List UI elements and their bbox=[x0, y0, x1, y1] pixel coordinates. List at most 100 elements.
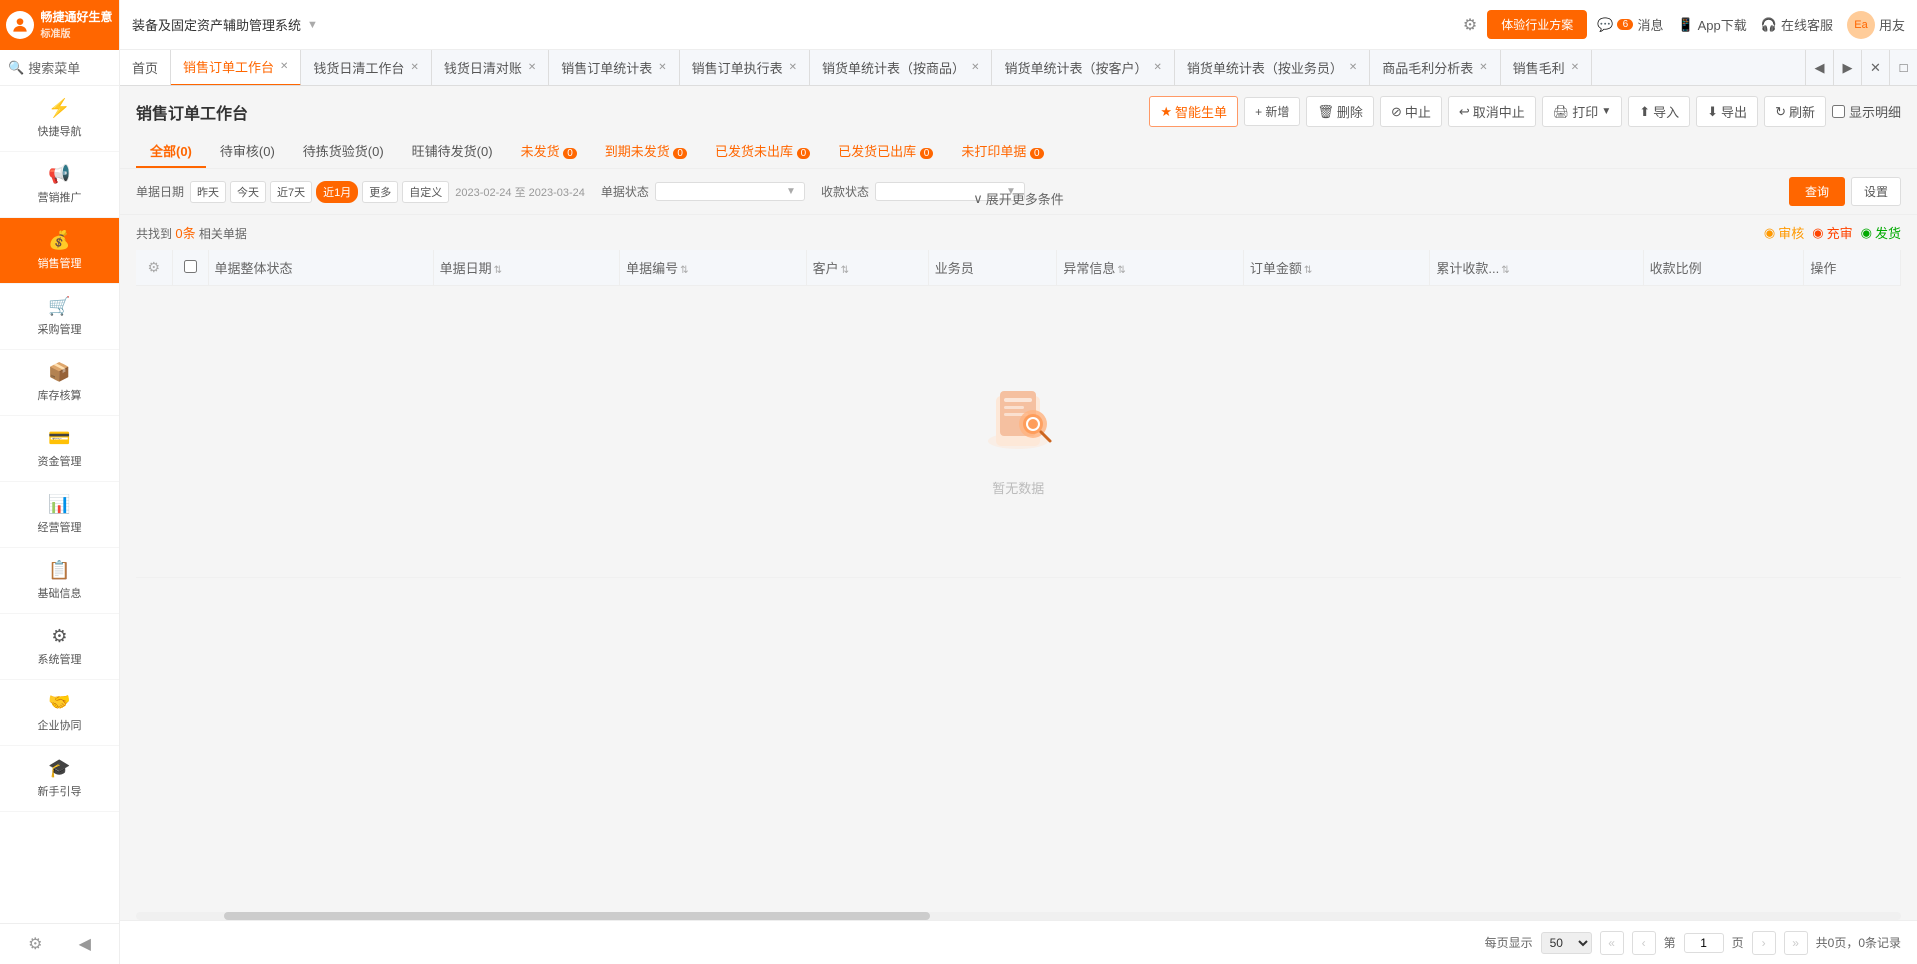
tabs-prev-btn[interactable]: ◀ bbox=[1805, 50, 1833, 86]
tab-close-icon[interactable]: ✕ bbox=[1153, 62, 1161, 73]
sidebar-item-finance[interactable]: 💳 资金管理 bbox=[0, 416, 119, 482]
quick-abandon-btn[interactable]: ◉ 充审 bbox=[1812, 223, 1852, 242]
sub-tab-shipped-out[interactable]: 已发货已出库 0 bbox=[824, 135, 947, 168]
settings-topbar-icon[interactable]: ⚙ bbox=[1463, 15, 1477, 35]
tab-gross-profit[interactable]: 商品毛利分析表 ✕ bbox=[1370, 50, 1500, 86]
col-number[interactable]: 单据编号⇅ bbox=[620, 250, 806, 286]
query-actions: 查询 设置 bbox=[1789, 177, 1901, 206]
tab-close-icon[interactable]: ✕ bbox=[1479, 62, 1487, 73]
sidebar-item-sales[interactable]: 💰 销售管理 bbox=[0, 218, 119, 284]
tab-close-icon[interactable]: ✕ bbox=[528, 62, 536, 73]
tab-close-icon[interactable]: ✕ bbox=[971, 62, 979, 73]
sidebar-item-purchase[interactable]: 🛒 采购管理 bbox=[0, 284, 119, 350]
sub-tab-not-shipped[interactable]: 未发货 0 bbox=[507, 135, 591, 168]
collection-filter-label: 收款状态 bbox=[821, 183, 869, 200]
online-service-btn[interactable]: 🎧 在线客服 bbox=[1761, 15, 1833, 34]
sub-tab-not-printed[interactable]: 未打印单据 0 bbox=[947, 135, 1057, 168]
settings-icon[interactable]: ⚙ bbox=[28, 934, 42, 954]
quick-ship-btn[interactable]: ◉ 发货 bbox=[1861, 223, 1901, 242]
col-gear-icon[interactable]: ⚙ bbox=[147, 259, 160, 275]
per-page-select[interactable]: 10 20 50 100 bbox=[1541, 932, 1592, 954]
first-page-btn[interactable]: « bbox=[1600, 931, 1624, 955]
tab-close-icon[interactable]: ✕ bbox=[410, 62, 418, 73]
tabs-next-btn[interactable]: ▶ bbox=[1833, 50, 1861, 86]
date-btn-1month[interactable]: 近1月 bbox=[316, 181, 358, 203]
data-table: ⚙ 单据整体状态 单据日期⇅ 单据编号⇅ bbox=[136, 250, 1901, 578]
show-detail-toggle[interactable]: 显示明细 bbox=[1832, 102, 1901, 121]
last-page-btn[interactable]: » bbox=[1784, 931, 1808, 955]
col-abnormal[interactable]: 异常信息⇅ bbox=[1057, 250, 1243, 286]
tab-sales-stats-product[interactable]: 销货单统计表（按商品） ✕ bbox=[810, 50, 992, 86]
sort-date-icon: ⇅ bbox=[494, 265, 502, 276]
sidebar-item-enterprise[interactable]: 🤝 企业协同 bbox=[0, 680, 119, 746]
sub-tab-shipped-not-out[interactable]: 已发货未出库 0 bbox=[701, 135, 824, 168]
select-all-checkbox[interactable] bbox=[184, 260, 197, 273]
tab-close-icon[interactable]: ✕ bbox=[280, 61, 288, 72]
tab-home[interactable]: 首页 bbox=[120, 50, 171, 86]
sub-tab-pending-review[interactable]: 待审核(0) bbox=[206, 135, 289, 168]
horizontal-scrollbar[interactable] bbox=[136, 912, 1901, 920]
quick-audit-btn[interactable]: ◉ 审核 bbox=[1764, 223, 1804, 242]
add-btn[interactable]: + 新增 bbox=[1244, 97, 1300, 126]
tab-sales-exec[interactable]: 销售订单执行表 ✕ bbox=[680, 50, 810, 86]
col-staff[interactable]: 业务员 bbox=[928, 250, 1057, 286]
tabs-close-all-btn[interactable]: ✕ bbox=[1861, 50, 1889, 86]
sub-tab-all[interactable]: 全部(0) bbox=[136, 135, 206, 168]
tab-sales-stats-customer[interactable]: 销货单统计表（按客户） ✕ bbox=[992, 50, 1174, 86]
messages-btn[interactable]: 💬 6 消息 bbox=[1597, 15, 1663, 34]
refresh-btn[interactable]: ↻ 刷新 bbox=[1764, 96, 1826, 127]
col-collected[interactable]: 累计收款...⇅ bbox=[1430, 250, 1643, 286]
expand-btn[interactable]: ∨ 展开更多条件 bbox=[973, 189, 1064, 208]
tab-close-icon[interactable]: ✕ bbox=[1349, 62, 1357, 73]
date-btn-custom[interactable]: 自定义 bbox=[402, 181, 449, 203]
sidebar-item-guide[interactable]: 🎓 新手引导 bbox=[0, 746, 119, 812]
print-btn[interactable]: 🖨 打印 ▼ bbox=[1542, 96, 1622, 127]
search-menu[interactable]: 🔍 搜索菜单 bbox=[0, 50, 119, 86]
page-input[interactable] bbox=[1684, 933, 1724, 953]
next-page-btn[interactable]: › bbox=[1752, 931, 1776, 955]
date-btn-today[interactable]: 今天 bbox=[230, 181, 266, 203]
collapse-icon[interactable]: ◀ bbox=[79, 934, 91, 954]
query-btn[interactable]: 查询 bbox=[1789, 177, 1845, 206]
sub-tab-wangpu[interactable]: 旺铺待发货(0) bbox=[398, 135, 507, 168]
tab-close-icon[interactable]: ✕ bbox=[1571, 62, 1579, 73]
tab-sales-stats[interactable]: 销售订单统计表 ✕ bbox=[549, 50, 679, 86]
smart-create-btn[interactable]: ★ 智能生单 bbox=[1149, 96, 1238, 127]
status-select[interactable]: ▼ bbox=[655, 182, 805, 201]
sidebar-item-system[interactable]: ⚙ 系统管理 bbox=[0, 614, 119, 680]
sub-tab-pending-inspect[interactable]: 待拣货验货(0) bbox=[289, 135, 398, 168]
stop-btn[interactable]: ⊘ 中止 bbox=[1380, 96, 1442, 127]
tab-cash-daily[interactable]: 钱货日清工作台 ✕ bbox=[301, 50, 431, 86]
tab-close-icon[interactable]: ✕ bbox=[789, 62, 797, 73]
dropdown-arrow-icon[interactable]: ▼ bbox=[307, 19, 318, 31]
tab-close-icon[interactable]: ✕ bbox=[658, 62, 666, 73]
col-customer[interactable]: 客户⇅ bbox=[806, 250, 928, 286]
date-btn-7days[interactable]: 近7天 bbox=[270, 181, 312, 203]
tab-cash-reconcile[interactable]: 钱货日清对账 ✕ bbox=[432, 50, 549, 86]
set-btn[interactable]: 设置 bbox=[1851, 177, 1901, 206]
tab-sales-stats-staff[interactable]: 销货单统计表（按业务员） ✕ bbox=[1175, 50, 1370, 86]
sidebar-item-operations[interactable]: 📊 经营管理 bbox=[0, 482, 119, 548]
export-btn[interactable]: ⬇ 导出 bbox=[1696, 96, 1758, 127]
delete-btn[interactable]: 🗑 删除 bbox=[1306, 96, 1374, 127]
tabs-expand-btn[interactable]: □ bbox=[1889, 50, 1917, 86]
tab-sales-workbench[interactable]: 销售订单工作台 ✕ bbox=[171, 50, 301, 86]
col-amount[interactable]: 订单金额⇅ bbox=[1243, 250, 1429, 286]
sidebar-item-inventory[interactable]: 📦 库存核算 bbox=[0, 350, 119, 416]
sub-tab-overdue[interactable]: 到期未发货 0 bbox=[591, 135, 701, 168]
industry-btn[interactable]: 体验行业方案 bbox=[1487, 10, 1587, 39]
prev-page-btn[interactable]: ‹ bbox=[1632, 931, 1656, 955]
sidebar-item-basic-info[interactable]: 📋 基础信息 bbox=[0, 548, 119, 614]
user-area[interactable]: Ea 用友 bbox=[1847, 11, 1905, 39]
tab-sales-more[interactable]: 销售毛利 ✕ bbox=[1501, 50, 1592, 86]
scrollbar-thumb[interactable] bbox=[224, 912, 930, 920]
date-btn-more[interactable]: 更多 bbox=[362, 181, 398, 203]
date-btn-yesterday[interactable]: 昨天 bbox=[190, 181, 226, 203]
show-detail-checkbox[interactable] bbox=[1832, 105, 1845, 118]
import-btn[interactable]: ⬆ 导入 bbox=[1628, 96, 1690, 127]
cancel-stop-btn[interactable]: ↩ 取消中止 bbox=[1448, 96, 1536, 127]
col-date[interactable]: 单据日期⇅ bbox=[433, 250, 619, 286]
sidebar-item-marketing[interactable]: 📢 营销推广 bbox=[0, 152, 119, 218]
app-download-btn[interactable]: 📱 App下载 bbox=[1677, 15, 1746, 34]
sidebar-item-quick-nav[interactable]: ⚡ 快捷导航 bbox=[0, 86, 119, 152]
